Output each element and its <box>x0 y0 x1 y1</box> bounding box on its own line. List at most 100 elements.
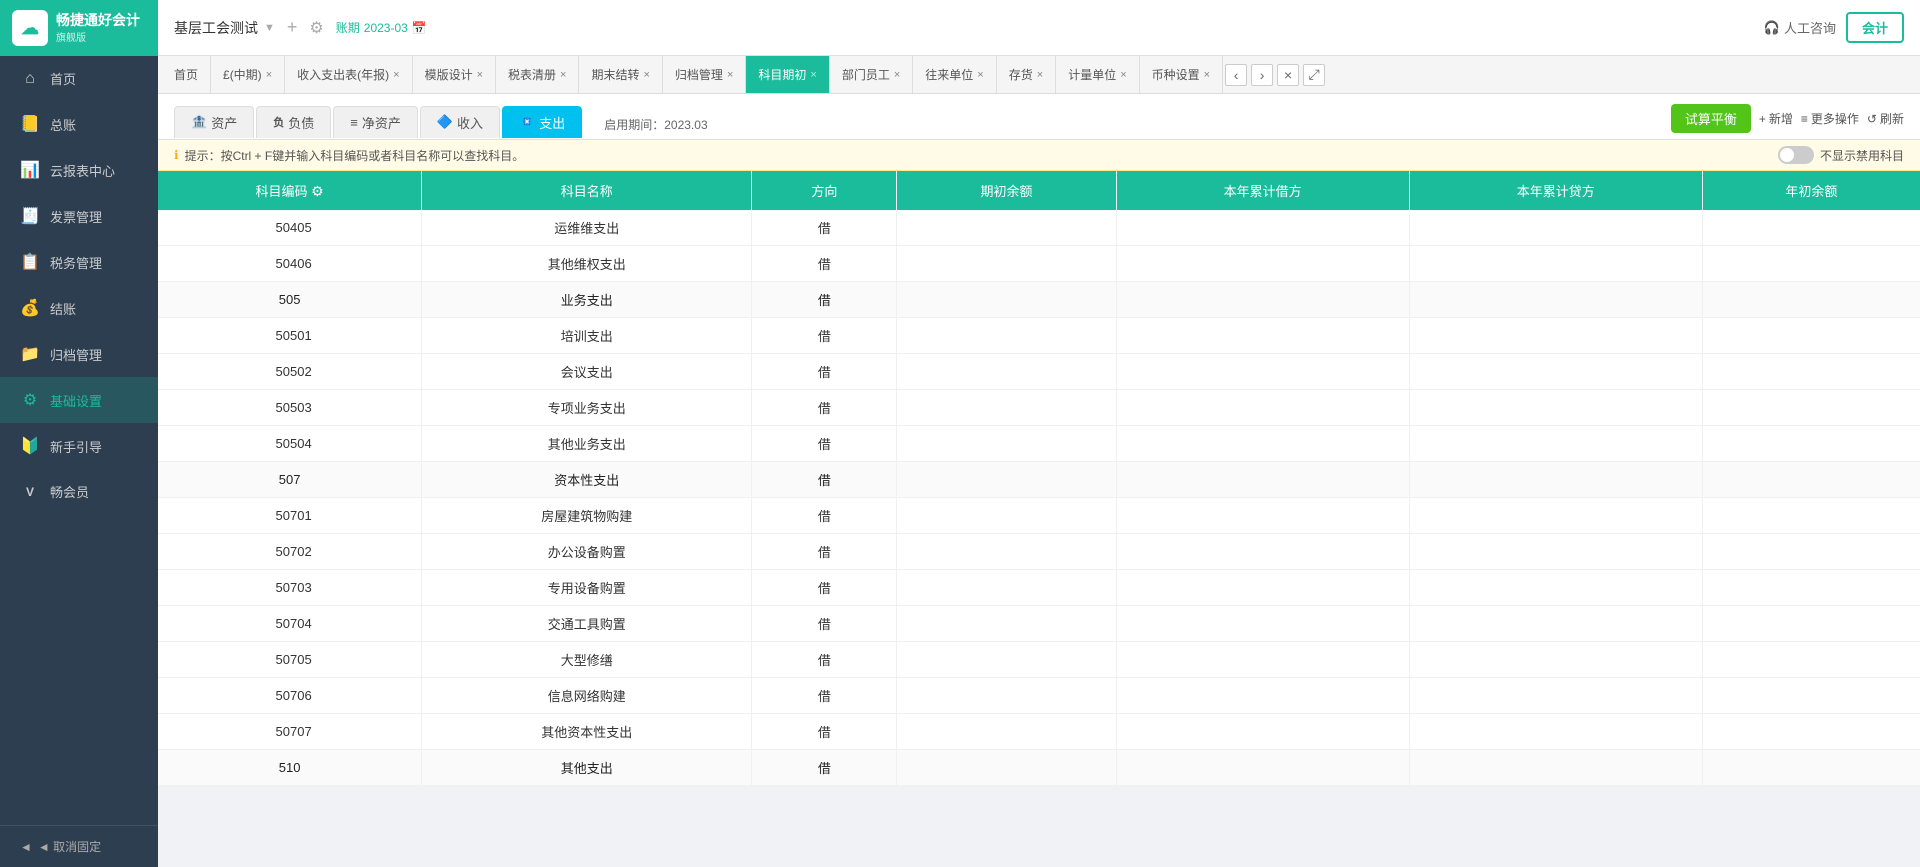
settings-gear-icon[interactable]: ⚙ <box>309 18 323 38</box>
tab-expand-btn[interactable]: ⤢ <box>1303 64 1325 86</box>
subtab-expenditure[interactable]: 💠 支出 <box>502 106 582 138</box>
cell-opening[interactable] <box>897 606 1116 642</box>
subtab-income[interactable]: 🔷 收入 <box>420 106 500 138</box>
tab-units-label: 往来单位 <box>925 66 973 83</box>
customer-service-btn[interactable]: 🎧 人工咨询 <box>1764 18 1836 37</box>
cell-opening[interactable] <box>897 462 1116 498</box>
sidebar-item-invoice[interactable]: 🧾 发票管理 <box>0 193 158 239</box>
cell-opening[interactable] <box>897 678 1116 714</box>
add-btn[interactable]: + 新增 <box>1759 110 1793 127</box>
tab-units[interactable]: 往来单位 × <box>913 56 996 94</box>
cell-opening[interactable] <box>897 534 1116 570</box>
project-name[interactable]: 基层工会测试 ▼ <box>174 18 275 38</box>
more-btn[interactable]: ≡ 更多操作 <box>1801 110 1859 127</box>
subtab-assets[interactable]: 🏦 资产 <box>174 106 254 138</box>
cell-opening[interactable] <box>897 426 1116 462</box>
col-settings-icon[interactable]: ⚙ <box>311 183 324 199</box>
table-row[interactable]: 50503 专项业务支出 借 <box>158 390 1920 426</box>
cell-opening[interactable] <box>897 750 1116 786</box>
tab-income-report-close[interactable]: × <box>393 69 399 81</box>
tab-period-end[interactable]: 期末结转 × <box>579 56 662 94</box>
tab-income-report[interactable]: 收入支出表(年报) × <box>285 56 412 94</box>
cell-opening[interactable] <box>897 714 1116 750</box>
sidebar-collapse-btn[interactable]: ◄ ◄ 取消固定 <box>0 825 158 867</box>
cell-opening[interactable] <box>897 246 1116 282</box>
table-row[interactable]: 50405 运维维支出 借 <box>158 210 1920 246</box>
tab-template[interactable]: 模版设计 × <box>413 56 496 94</box>
tab-unit-measure-close[interactable]: × <box>1120 69 1126 81</box>
tab-inventory[interactable]: 存货 × <box>997 56 1056 94</box>
tab-template-close[interactable]: × <box>477 69 483 81</box>
cell-opening[interactable] <box>897 498 1116 534</box>
tab-period-close[interactable]: × <box>266 69 272 81</box>
sidebar-item-settle[interactable]: 💰 结账 <box>0 285 158 331</box>
table-row[interactable]: 505 业务支出 借 <box>158 282 1920 318</box>
tab-bar: 首页 £(中期) × 收入支出表(年报) × 模版设计 × 税表清册 × 期末结… <box>158 56 1920 94</box>
tab-inventory-close[interactable]: × <box>1037 69 1043 81</box>
tab-period-end-close[interactable]: × <box>643 69 649 81</box>
cell-annual-balance <box>1702 534 1920 570</box>
subtab-net-assets[interactable]: ≡ 净资产 <box>333 106 418 138</box>
col-annual-balance: 年初余额 <box>1702 171 1920 210</box>
tab-currency[interactable]: 币种设置 × <box>1140 56 1223 94</box>
cell-opening[interactable] <box>897 354 1116 390</box>
tab-subject-init[interactable]: 科目期初 × <box>746 56 829 94</box>
sidebar-item-tax[interactable]: 📋 税务管理 <box>0 239 158 285</box>
cell-opening[interactable] <box>897 390 1116 426</box>
table-row[interactable]: 50501 培训支出 借 <box>158 318 1920 354</box>
table-row[interactable]: 50406 其他维权支出 借 <box>158 246 1920 282</box>
dropdown-icon[interactable]: ▼ <box>264 22 275 34</box>
tab-next-btn[interactable]: › <box>1251 64 1273 86</box>
tab-unit-measure[interactable]: 计量单位 × <box>1056 56 1139 94</box>
tab-close-all-btn[interactable]: × <box>1277 64 1299 86</box>
table-row[interactable]: 50705 大型修缮 借 <box>158 642 1920 678</box>
table-row[interactable]: 507 资本性支出 借 <box>158 462 1920 498</box>
tab-subject-init-close[interactable]: × <box>810 69 816 81</box>
cell-opening[interactable] <box>897 570 1116 606</box>
tab-period-label: £(中期) <box>223 66 262 83</box>
calculate-btn[interactable]: 试算平衡 <box>1671 104 1751 133</box>
cell-ytd-credit <box>1409 318 1702 354</box>
sidebar-item-reports[interactable]: 📊 云报表中心 <box>0 147 158 193</box>
tab-file-mgmt[interactable]: 归档管理 × <box>663 56 746 94</box>
tab-file-mgmt-close[interactable]: × <box>727 69 733 81</box>
sidebar-item-home[interactable]: ⌂ 首页 <box>0 56 158 101</box>
sidebar-label-settle: 结账 <box>50 299 76 318</box>
table-row[interactable]: 50707 其他资本性支出 借 <box>158 714 1920 750</box>
table-row[interactable]: 50502 会议支出 借 <box>158 354 1920 390</box>
sidebar-item-ledger[interactable]: 📒 总账 <box>0 101 158 147</box>
sidebar-item-guide[interactable]: 🔰 新手引导 <box>0 423 158 469</box>
tab-tax-table-close[interactable]: × <box>560 69 566 81</box>
tab-units-close[interactable]: × <box>977 69 983 81</box>
table-row[interactable]: 50504 其他业务支出 借 <box>158 426 1920 462</box>
tab-home[interactable]: 首页 <box>162 56 211 94</box>
table-row[interactable]: 50703 专用设备购置 借 <box>158 570 1920 606</box>
table-row[interactable]: 50702 办公设备购置 借 <box>158 534 1920 570</box>
sidebar-item-archive[interactable]: 📁 归档管理 <box>0 331 158 377</box>
table-row[interactable]: 50704 交通工具购置 借 <box>158 606 1920 642</box>
add-project-btn[interactable]: + <box>287 17 298 38</box>
disable-toggle[interactable] <box>1778 146 1814 164</box>
cell-opening[interactable] <box>897 642 1116 678</box>
table-row[interactable]: 50706 信息网络购建 借 <box>158 678 1920 714</box>
tab-period[interactable]: £(中期) × <box>211 56 285 94</box>
sidebar-item-settings[interactable]: ⚙ 基础设置 <box>0 377 158 423</box>
cell-annual-balance <box>1702 642 1920 678</box>
subtab-liabilities[interactable]: 负 负债 <box>256 106 331 138</box>
cell-opening[interactable] <box>897 318 1116 354</box>
cell-opening[interactable] <box>897 210 1116 246</box>
refresh-btn[interactable]: ↺ 刷新 <box>1867 110 1904 127</box>
cell-opening[interactable] <box>897 282 1116 318</box>
tab-dept[interactable]: 部门员工 × <box>830 56 913 94</box>
calendar-icon[interactable]: 📅 <box>412 21 427 35</box>
sidebar-item-member[interactable]: V 畅会员 <box>0 469 158 514</box>
tab-dept-close[interactable]: × <box>894 69 900 81</box>
account-btn[interactable]: 会计 <box>1846 12 1904 43</box>
tab-tax-table[interactable]: 税表清册 × <box>496 56 579 94</box>
table-row[interactable]: 510 其他支出 借 <box>158 750 1920 786</box>
tab-prev-btn[interactable]: ‹ <box>1225 64 1247 86</box>
table-row[interactable]: 50701 房屋建筑物购建 借 <box>158 498 1920 534</box>
cell-code: 50701 <box>158 498 422 534</box>
tab-currency-close[interactable]: × <box>1204 69 1210 81</box>
cell-ytd-credit <box>1409 498 1702 534</box>
